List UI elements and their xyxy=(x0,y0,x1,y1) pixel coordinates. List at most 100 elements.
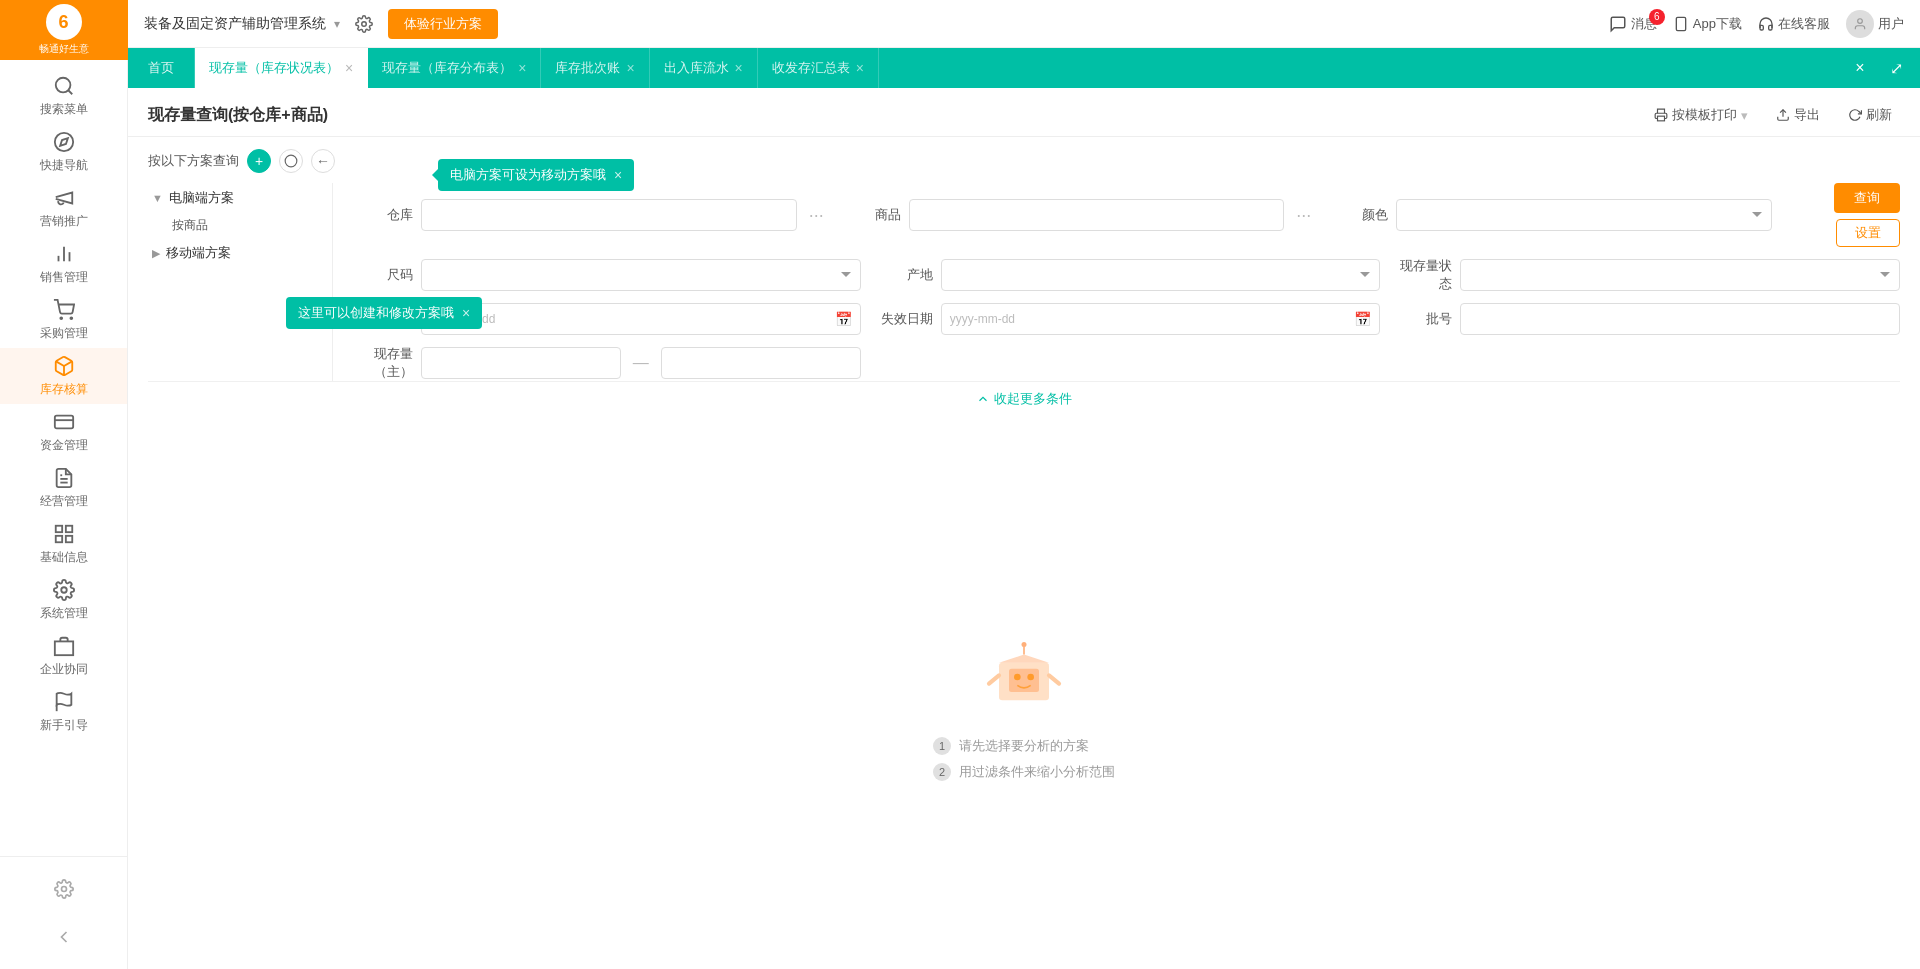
tab-home[interactable]: 首页 xyxy=(128,48,195,88)
settings-icon xyxy=(54,879,74,899)
pc-scheme-item[interactable]: ▼ 电脑端方案 xyxy=(152,183,332,213)
cog-icon xyxy=(53,579,75,601)
tab-in-out-flow[interactable]: 出入库流水 × xyxy=(650,48,758,88)
tab-collect-summary[interactable]: 收发存汇总表 × xyxy=(758,48,879,88)
tab-label: 现存量（库存分布表） xyxy=(382,59,512,77)
app-download-btn[interactable]: App下载 xyxy=(1673,15,1742,33)
tab-label: 库存批次账 xyxy=(555,59,620,77)
system-title: 装备及固定资产辅助管理系统 xyxy=(144,15,326,33)
size-select[interactable] xyxy=(421,259,861,291)
tab-inventory-status[interactable]: 现存量（库存状况表） × xyxy=(195,48,368,88)
svg-point-35 xyxy=(1022,642,1027,647)
prev-scheme-btn[interactable]: ← xyxy=(311,149,335,173)
template-print-btn[interactable]: 按模板打印 ▾ xyxy=(1646,102,1756,128)
tab-expand-btn[interactable]: ⤢ xyxy=(1880,52,1912,84)
sidebar-nav: 搜索菜单 快捷导航 营销推广 销售管理 采购管理 库存核算 资金 xyxy=(0,60,127,856)
header-settings-btn[interactable] xyxy=(348,8,380,40)
mobile-scheme-label: 移动端方案 xyxy=(166,244,231,262)
tab-close-btn[interactable]: × xyxy=(626,60,634,76)
trial-button[interactable]: 体验行业方案 xyxy=(388,9,498,39)
add-scheme-btn[interactable]: + xyxy=(247,149,271,173)
svg-rect-15 xyxy=(65,525,71,531)
empty-illustration xyxy=(974,617,1074,717)
tooltip1-close-btn[interactable]: × xyxy=(614,167,622,183)
produce-date-input[interactable]: yyyy-mm-dd 📅 xyxy=(421,303,861,335)
megaphone-icon xyxy=(53,187,75,209)
sidebar-item-search[interactable]: 搜索菜单 xyxy=(0,68,127,124)
tab-batch-ledger[interactable]: 库存批次账 × xyxy=(541,48,649,88)
message-btn[interactable]: 消息 6 xyxy=(1609,15,1657,33)
tab-close-btn[interactable]: × xyxy=(345,60,353,76)
refresh-icon xyxy=(1848,108,1862,122)
sidebar-item-sales[interactable]: 销售管理 xyxy=(0,236,127,292)
export-btn[interactable]: 导出 xyxy=(1768,102,1828,128)
collapse-bar[interactable]: 收起更多条件 xyxy=(148,381,1900,416)
origin-label: 产地 xyxy=(869,266,933,284)
content-area: 现存量查询(按仓库+商品) 按模板打印 ▾ 导出 刷新 xyxy=(128,88,1920,969)
warehouse-input[interactable] xyxy=(421,199,797,231)
export-label: 导出 xyxy=(1794,106,1820,124)
sidebar-collapse-btn[interactable] xyxy=(0,917,127,957)
tab-close-all-btn[interactable]: × xyxy=(1844,52,1876,84)
sidebar-item-marketing[interactable]: 营销推广 xyxy=(0,180,127,236)
logo: 6 畅通好生意 xyxy=(0,0,128,60)
sidebar-item-inventory[interactable]: 库存核算 xyxy=(0,348,127,404)
gear-icon xyxy=(355,15,373,33)
tab-close-btn[interactable]: × xyxy=(735,60,743,76)
size-label: 尺码 xyxy=(349,266,413,284)
tooltip2-text: 这里可以创建和修改方案哦 xyxy=(298,304,454,322)
tooltip2-close-btn[interactable]: × xyxy=(462,305,470,321)
sidebar-item-purchase[interactable]: 采购管理 xyxy=(0,292,127,348)
sidebar-settings-btn[interactable] xyxy=(0,869,127,909)
stock-min-input[interactable] xyxy=(421,347,621,379)
warehouse-dots[interactable]: ··· xyxy=(805,205,829,226)
user-btn[interactable]: 用户 xyxy=(1846,10,1904,38)
reset-btn[interactable]: 设置 xyxy=(1836,219,1900,247)
svg-marker-3 xyxy=(60,138,68,146)
warehouse-label: 仓库 xyxy=(349,206,413,224)
sidebar-item-label: 企业协同 xyxy=(40,661,88,678)
tip2-num: 2 xyxy=(933,763,951,781)
search-btn[interactable]: 查询 xyxy=(1834,183,1900,213)
goods-field: 商品 xyxy=(837,199,1285,231)
support-btn[interactable]: 在线客服 xyxy=(1758,15,1830,33)
sidebar-item-basic[interactable]: 基础信息 xyxy=(0,516,127,572)
refresh-btn[interactable]: 刷新 xyxy=(1840,102,1900,128)
filter-fields-area: 仓库 ··· 商品 ··· 颜色 xyxy=(332,183,1900,381)
sidebar-item-enterprise[interactable]: 企业协同 xyxy=(0,628,127,684)
sidebar-item-system[interactable]: 系统管理 xyxy=(0,572,127,628)
sidebar-item-finance[interactable]: 资金管理 xyxy=(0,404,127,460)
tab-inventory-dist[interactable]: 现存量（库存分布表） × xyxy=(368,48,541,88)
pc-scheme-sub-item[interactable]: 按商品 xyxy=(172,213,332,238)
stock-status-select[interactable] xyxy=(1460,259,1900,291)
calendar-icon2: 📅 xyxy=(1354,311,1371,327)
tab-close-btn[interactable]: × xyxy=(518,60,526,76)
warehouse-field: 仓库 xyxy=(349,199,797,231)
batch-field: 批号 xyxy=(1388,303,1900,335)
goods-input[interactable] xyxy=(909,199,1285,231)
tab-label: 收发存汇总表 xyxy=(772,59,850,77)
sidebar-item-label: 采购管理 xyxy=(40,325,88,342)
svg-point-8 xyxy=(70,317,72,319)
batch-input[interactable] xyxy=(1460,303,1900,335)
sidebar-item-guide[interactable]: 新手引导 xyxy=(0,684,127,740)
stock-max-input[interactable] xyxy=(661,347,861,379)
sidebar-item-operations[interactable]: 经营管理 xyxy=(0,460,127,516)
svg-point-7 xyxy=(60,317,62,319)
expire-date-input[interactable]: yyyy-mm-dd 📅 xyxy=(941,303,1381,335)
stock-main-label: 现存量（主） xyxy=(349,345,413,381)
edit-scheme-btn[interactable] xyxy=(279,149,303,173)
report-icon xyxy=(53,467,75,489)
origin-field: 产地 xyxy=(869,259,1381,291)
top-header: 装备及固定资产辅助管理系统 ▾ 体验行业方案 消息 6 App下载 在线客服 xyxy=(128,0,1920,48)
expire-date-label: 失效日期 xyxy=(869,310,933,328)
mobile-scheme-item[interactable]: ▶ 移动端方案 xyxy=(152,238,332,268)
sidebar-item-label: 基础信息 xyxy=(40,549,88,566)
goods-dots[interactable]: ··· xyxy=(1292,205,1316,226)
origin-select[interactable] xyxy=(941,259,1381,291)
tooltip-create-scheme: 这里可以创建和修改方案哦 × xyxy=(286,297,482,329)
sidebar-item-quick-nav[interactable]: 快捷导航 xyxy=(0,124,127,180)
tab-close-btn[interactable]: × xyxy=(856,60,864,76)
svg-rect-19 xyxy=(54,641,72,655)
color-select[interactable] xyxy=(1396,199,1772,231)
